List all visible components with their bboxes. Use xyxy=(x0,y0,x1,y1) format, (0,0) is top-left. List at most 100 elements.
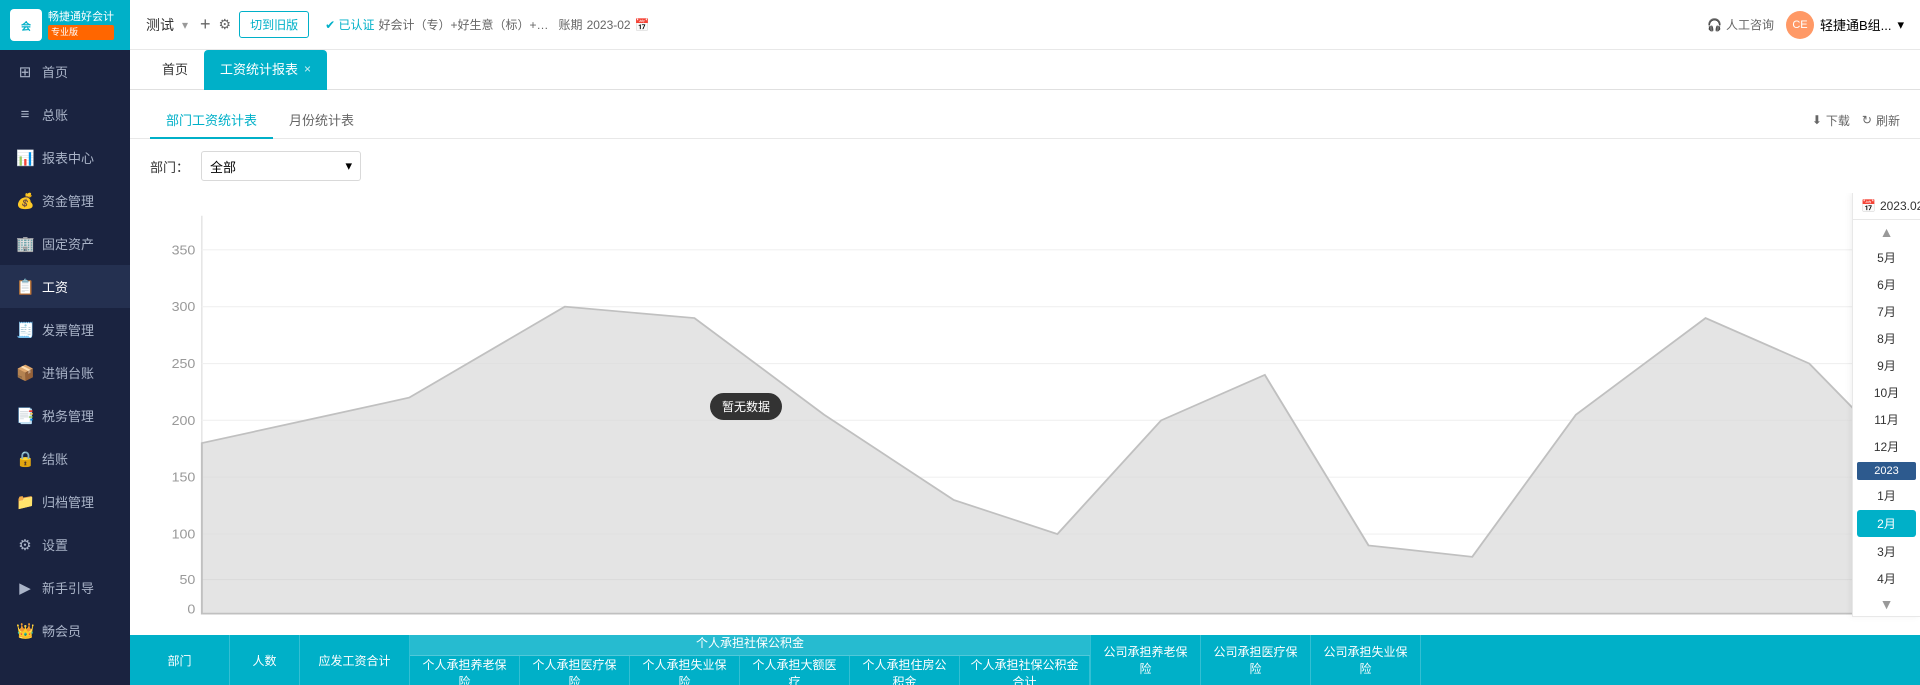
service-btn[interactable]: 🎧 人工咨询 xyxy=(1707,16,1774,33)
th-total-salary: 应发工资合计 xyxy=(300,635,410,685)
th-dept: 部门 xyxy=(130,635,230,685)
date-item-6[interactable]: 6月 xyxy=(1853,271,1920,298)
main-content: 测试 ▾ + ⚙ 切到旧版 ✔ 已认证 好会计（专）+好生意（标）+… 账期 2… xyxy=(130,0,1920,685)
th-people: 人数 xyxy=(230,635,300,685)
salary-chart: 350 300 250 200 150 100 50 0 xyxy=(150,193,1900,625)
sidebar-item-guide[interactable]: ▶ 新手引导 xyxy=(0,566,130,609)
filter-row: 部门： 全部 ▾ xyxy=(130,139,1920,193)
th-personal-housing: 个人承担住房公积金 xyxy=(850,656,960,685)
user-dropdown-icon: ▾ xyxy=(1897,17,1904,33)
sidebar-label-assets: 固定资产 xyxy=(42,234,94,253)
date-item-11[interactable]: 11月 xyxy=(1853,406,1920,433)
sidebar-item-archive[interactable]: 📁归档管理 xyxy=(0,480,130,523)
th-personal-pension: 个人承担养老保险 xyxy=(410,656,520,685)
date-item-3[interactable]: 3月 xyxy=(1853,538,1920,565)
switch-version-btn[interactable]: 切到旧版 xyxy=(239,11,309,38)
tax-icon: 📑 xyxy=(16,407,34,425)
assets-icon: 🏢 xyxy=(16,235,34,253)
sidebar-label-guide: 新手引导 xyxy=(42,578,94,597)
topbar-add-btn[interactable]: + xyxy=(200,14,211,35)
date-item-4[interactable]: 4月 xyxy=(1853,565,1920,592)
calendar-icon[interactable]: 📅 xyxy=(635,18,650,32)
svg-text:300: 300 xyxy=(172,300,196,314)
select-dropdown-icon: ▾ xyxy=(345,158,352,174)
dept-filter-select[interactable]: 全部 ▾ xyxy=(201,151,361,181)
guide-icon: ▶ xyxy=(16,579,34,597)
date-item-12[interactable]: 12月 xyxy=(1853,433,1920,460)
date-item-2[interactable]: 2月 xyxy=(1857,510,1916,537)
sidebar-item-sales[interactable]: 📦 进销台账 xyxy=(0,351,130,394)
sidebar-label-reports: 报表中心 xyxy=(42,148,94,167)
calendar-small-icon: 📅 xyxy=(1861,199,1876,213)
sidebar-item-funds[interactable]: 💰资金管理 xyxy=(0,179,130,222)
sidebar-item-ledger[interactable]: ≡总账 xyxy=(0,93,130,136)
svg-text:350: 350 xyxy=(172,243,196,257)
sales-icon: 📦 xyxy=(16,364,34,382)
topbar-status-tags: ✔ 已认证 好会计（专）+好生意（标）+… 账期 2023-02 📅 xyxy=(325,16,649,33)
tab-close-icon[interactable]: × xyxy=(304,62,311,76)
table-header: 部门 人数 应发工资合计 个人承担社保公积金 个人承担养老保险 个人承担医疗保险… xyxy=(130,635,1920,685)
svg-text:150: 150 xyxy=(172,471,196,485)
year-badge-2023: 2023 xyxy=(1857,462,1916,480)
date-item-7[interactable]: 7月 xyxy=(1853,298,1920,325)
sidebar-item-home[interactable]: ⊞ 首页 xyxy=(0,50,130,93)
sidebar-item-settings[interactable]: ⚙ 设置 xyxy=(0,523,130,566)
sidebar-item-salary[interactable]: 📋 工资 xyxy=(0,265,130,308)
sidebar-label-invoice: 发票管理 xyxy=(42,320,94,339)
date-item-1[interactable]: 1月 xyxy=(1853,482,1920,509)
date-panel-header: 📅 2023.02 xyxy=(1853,193,1920,220)
sidebar-label-salary: 工资 xyxy=(42,277,68,296)
sidebar-item-vip[interactable]: 👑畅会员 xyxy=(0,609,130,652)
invoice-icon: 🧾 xyxy=(16,321,34,339)
period-label: 账期 xyxy=(559,16,583,33)
username: 轻捷通B组... xyxy=(1820,15,1892,34)
svg-text:200: 200 xyxy=(172,414,196,428)
sidebar-logo: 会 畅捷通好会计 专业版 xyxy=(0,0,130,50)
sidebar-item-assets[interactable]: 🏢 固定资产 xyxy=(0,222,130,265)
refresh-btn[interactable]: ↻ 刷新 xyxy=(1862,112,1900,129)
sub-tab-dept[interactable]: 部门工资统计表 xyxy=(150,102,273,139)
date-item-5[interactable]: 5月 xyxy=(1853,244,1920,271)
topbar-settings-icon[interactable]: ⚙ xyxy=(219,16,232,33)
sidebar-item-reports[interactable]: 📊报表中心 xyxy=(0,136,130,179)
sidebar-label-closing: 结账 xyxy=(42,449,68,468)
sidebar-label-home: 首页 xyxy=(42,62,68,81)
tab-home[interactable]: 首页 xyxy=(146,50,204,90)
sidebar-item-tax[interactable]: 📑税务管理 xyxy=(0,394,130,437)
sidebar-label-ledger: 总账 xyxy=(42,105,68,124)
th-personal-unemployment: 个人承担失业保险 xyxy=(630,656,740,685)
content-tabs: 首页 工资统计报表 × xyxy=(130,50,1920,90)
period-value: 2023-02 xyxy=(587,18,631,32)
sidebar-label-vip: 畅会员 xyxy=(42,621,81,640)
logo-text: 畅捷通好会计 专业版 xyxy=(48,10,114,40)
sub-tab-monthly[interactable]: 月份统计表 xyxy=(273,102,370,139)
date-panel-up-btn[interactable]: ▲ xyxy=(1853,220,1920,244)
date-item-10[interactable]: 10月 xyxy=(1853,379,1920,406)
th-group-personal: 个人承担社保公积金 个人承担养老保险 个人承担医疗保险 个人承担失业保险 个人承… xyxy=(410,635,1091,685)
download-btn[interactable]: ⬇ 下载 xyxy=(1812,112,1850,129)
home-icon: ⊞ xyxy=(16,63,34,81)
svg-text:50: 50 xyxy=(180,573,196,587)
sidebar-item-invoice[interactable]: 🧾 发票管理 xyxy=(0,308,130,351)
filter-label: 部门： xyxy=(150,157,189,176)
archive-icon: 📁 xyxy=(16,493,34,511)
sub-tabs: 部门工资统计表 月份统计表 ⬇ 下载 ↻ 刷新 xyxy=(130,90,1920,139)
sidebar-item-closing[interactable]: 🔒 结账 xyxy=(0,437,130,480)
th-company-pension: 公司承担养老保险 xyxy=(1091,635,1201,685)
settings-icon: ⚙ xyxy=(16,536,34,554)
date-item-8[interactable]: 8月 xyxy=(1853,325,1920,352)
sidebar-label-settings: 设置 xyxy=(42,535,68,554)
sidebar: 会 畅捷通好会计 专业版 ⊞ 首页 ≡总账📊报表中心💰资金管理 🏢 固定资产 📋 工资 🧾 发票… xyxy=(0,0,130,685)
sidebar-label-sales: 进销台账 xyxy=(42,363,94,382)
closing-icon: 🔒 xyxy=(16,450,34,468)
sidebar-items-container: ⊞首页≡总账📊报表中心💰资金管理🏢固定资产📋工资🧾发票管理📦进销台账📑税务管理🔒… xyxy=(0,50,130,652)
tab-salary-report[interactable]: 工资统计报表 × xyxy=(204,50,327,90)
date-item-9[interactable]: 9月 xyxy=(1853,352,1920,379)
th-company-medical: 公司承担医疗保险 xyxy=(1201,635,1311,685)
date-panel-down-btn[interactable]: ▼ xyxy=(1853,592,1920,616)
certified-tag: ✔ 已认证 xyxy=(325,16,374,33)
user-menu[interactable]: CE 轻捷通B组... ▾ xyxy=(1786,11,1904,39)
salary-icon: 📋 xyxy=(16,278,34,296)
topbar-dropdown-arrow[interactable]: ▾ xyxy=(182,18,188,32)
topbar: 测试 ▾ + ⚙ 切到旧版 ✔ 已认证 好会计（专）+好生意（标）+… 账期 2… xyxy=(130,0,1920,50)
